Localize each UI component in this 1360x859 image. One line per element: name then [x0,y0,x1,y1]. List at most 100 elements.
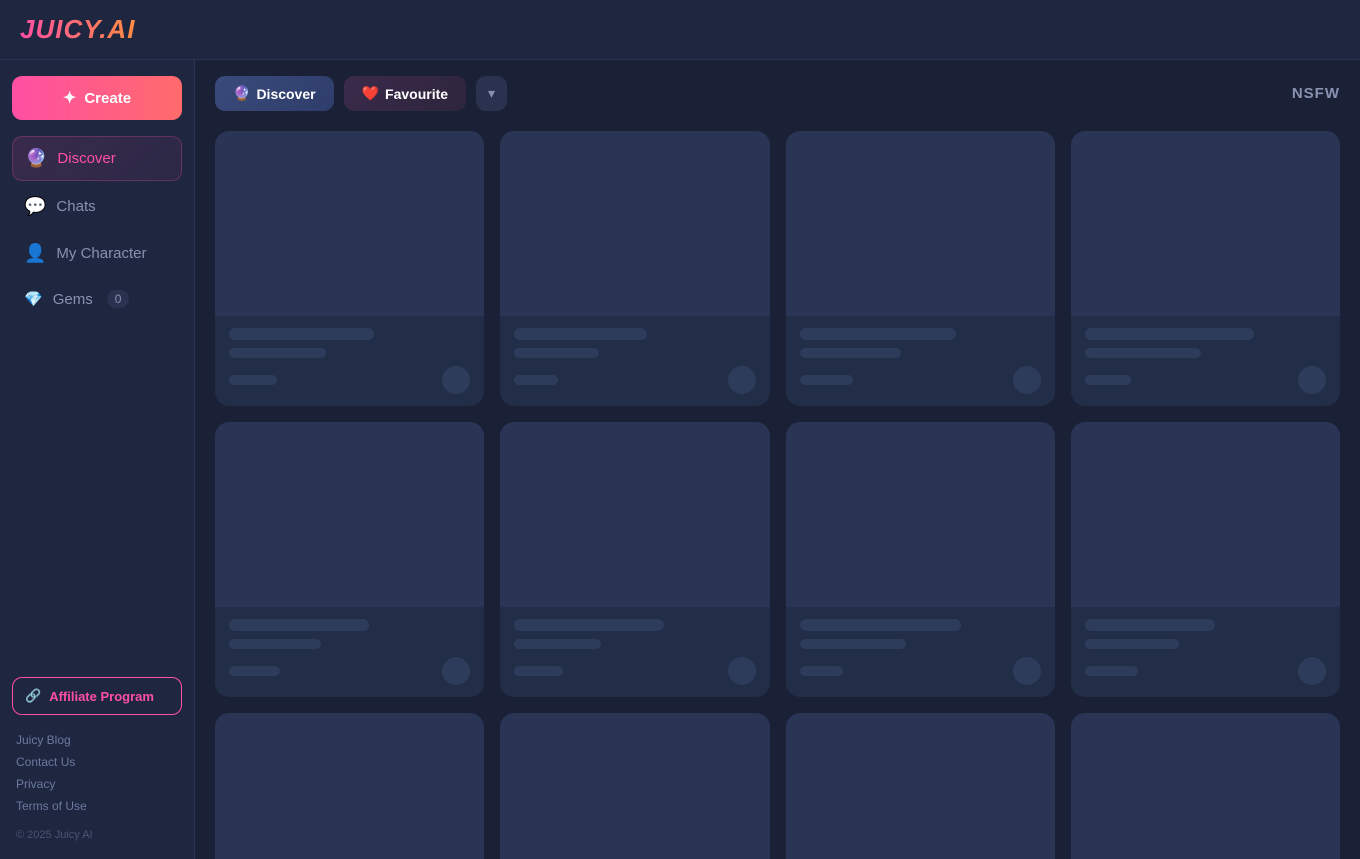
card-meta-row [1085,657,1326,685]
card[interactable] [215,713,484,859]
gems-icon: 💎 [24,290,43,308]
card-bottom [1071,607,1340,697]
card[interactable] [786,422,1055,697]
tab-favourite[interactable]: ❤️ Favourite [344,76,466,111]
card-tag-skeleton [514,666,562,676]
card-subtitle-skeleton [1085,348,1201,358]
create-icon: ✦ [63,88,76,108]
card-image [786,131,1055,316]
card-subtitle-skeleton [229,348,326,358]
card[interactable] [215,422,484,697]
card-subtitle-skeleton [229,639,321,649]
card-avatar-skeleton [1298,366,1326,394]
sidebar-item-my-character-label: My Character [56,245,146,262]
sidebar-item-discover[interactable]: 🔮 Discover [12,136,182,181]
card[interactable] [1071,422,1340,697]
layout: ✦ Create 🔮 Discover 💬 Chats 👤 My Charact… [0,60,1360,859]
card-avatar-skeleton [728,366,756,394]
card-avatar-skeleton [728,657,756,685]
card[interactable] [500,713,769,859]
card-image [500,131,769,316]
card-title-skeleton [514,619,664,631]
card-avatar-skeleton [442,657,470,685]
discover-tab-label: Discover [256,86,315,102]
header: JUICY.AI [0,0,1360,60]
footer-link-blog[interactable]: Juicy Blog [12,731,182,749]
create-label: Create [84,90,131,107]
favourite-tab-emoji: ❤️ [362,85,379,102]
affiliate-icon: 🔗 [25,688,41,704]
card-image [500,422,769,607]
sidebar-item-discover-label: Discover [57,150,115,167]
card-subtitle-skeleton [514,639,601,649]
main-content: 🔮 Discover ❤️ Favourite ▾ NSFW [195,60,1360,859]
card-bottom [500,607,769,697]
card-title-skeleton [229,619,369,631]
sidebar-item-chats[interactable]: 💬 Chats [12,185,182,228]
card[interactable] [500,422,769,697]
card-image [500,713,769,859]
tab-more-button[interactable]: ▾ [476,76,507,111]
card-tag-skeleton [800,375,853,385]
card-bottom [786,316,1055,406]
my-character-icon: 👤 [24,243,46,264]
card[interactable] [786,131,1055,406]
favourite-tab-label: Favourite [385,86,448,102]
card-title-skeleton [1085,619,1215,631]
card-image [786,713,1055,859]
card-tag-skeleton [1085,666,1138,676]
create-button[interactable]: ✦ Create [12,76,182,120]
gems-badge: 0 [107,290,130,308]
card[interactable] [1071,713,1340,859]
sidebar-item-chats-label: Chats [56,198,95,215]
topbar-tabs: 🔮 Discover ❤️ Favourite ▾ [215,76,507,111]
chevron-down-icon: ▾ [488,85,495,101]
footer-links: Juicy Blog Contact Us Privacy Terms of U… [12,731,182,843]
card-image [1071,713,1340,859]
card[interactable] [786,713,1055,859]
card-title-skeleton [1085,328,1254,340]
card-image [1071,422,1340,607]
card-avatar-skeleton [1013,366,1041,394]
card-title-skeleton [229,328,374,340]
chats-icon: 💬 [24,196,46,217]
card-meta-row [800,657,1041,685]
card-meta-row [514,366,755,394]
card-image [786,422,1055,607]
card[interactable] [1071,131,1340,406]
card-tag-skeleton [229,375,277,385]
card-tag-skeleton [229,666,280,676]
card[interactable] [500,131,769,406]
card-meta-row [229,366,470,394]
card-bottom [1071,316,1340,406]
card-subtitle-skeleton [800,348,901,358]
card-tag-skeleton [1085,375,1131,385]
discover-icon: 🔮 [25,148,47,169]
card-avatar-skeleton [442,366,470,394]
sidebar-item-gems[interactable]: 💎 Gems 0 [12,279,182,319]
copyright: © 2025 Juicy AI [12,827,182,843]
affiliate-label: Affiliate Program [49,689,154,704]
card-bottom [500,316,769,406]
footer-link-contact[interactable]: Contact Us [12,753,182,771]
logo: JUICY.AI [20,14,135,45]
card-bottom [786,607,1055,697]
card-subtitle-skeleton [1085,639,1179,649]
card-meta-row [1085,366,1326,394]
card-grid [215,131,1340,859]
card-tag-skeleton [514,375,557,385]
footer-link-terms[interactable]: Terms of Use [12,797,182,815]
footer-link-privacy[interactable]: Privacy [12,775,182,793]
card-tag-skeleton [800,666,843,676]
card[interactable] [215,131,484,406]
sidebar-item-my-character[interactable]: 👤 My Character [12,232,182,275]
card-bottom [215,607,484,697]
tab-discover[interactable]: 🔮 Discover [215,76,334,111]
card-avatar-skeleton [1013,657,1041,685]
sidebar-spacer [12,323,182,677]
card-avatar-skeleton [1298,657,1326,685]
card-image [215,713,484,859]
card-meta-row [229,657,470,685]
sidebar: ✦ Create 🔮 Discover 💬 Chats 👤 My Charact… [0,60,195,859]
affiliate-button[interactable]: 🔗 Affiliate Program [12,677,182,715]
